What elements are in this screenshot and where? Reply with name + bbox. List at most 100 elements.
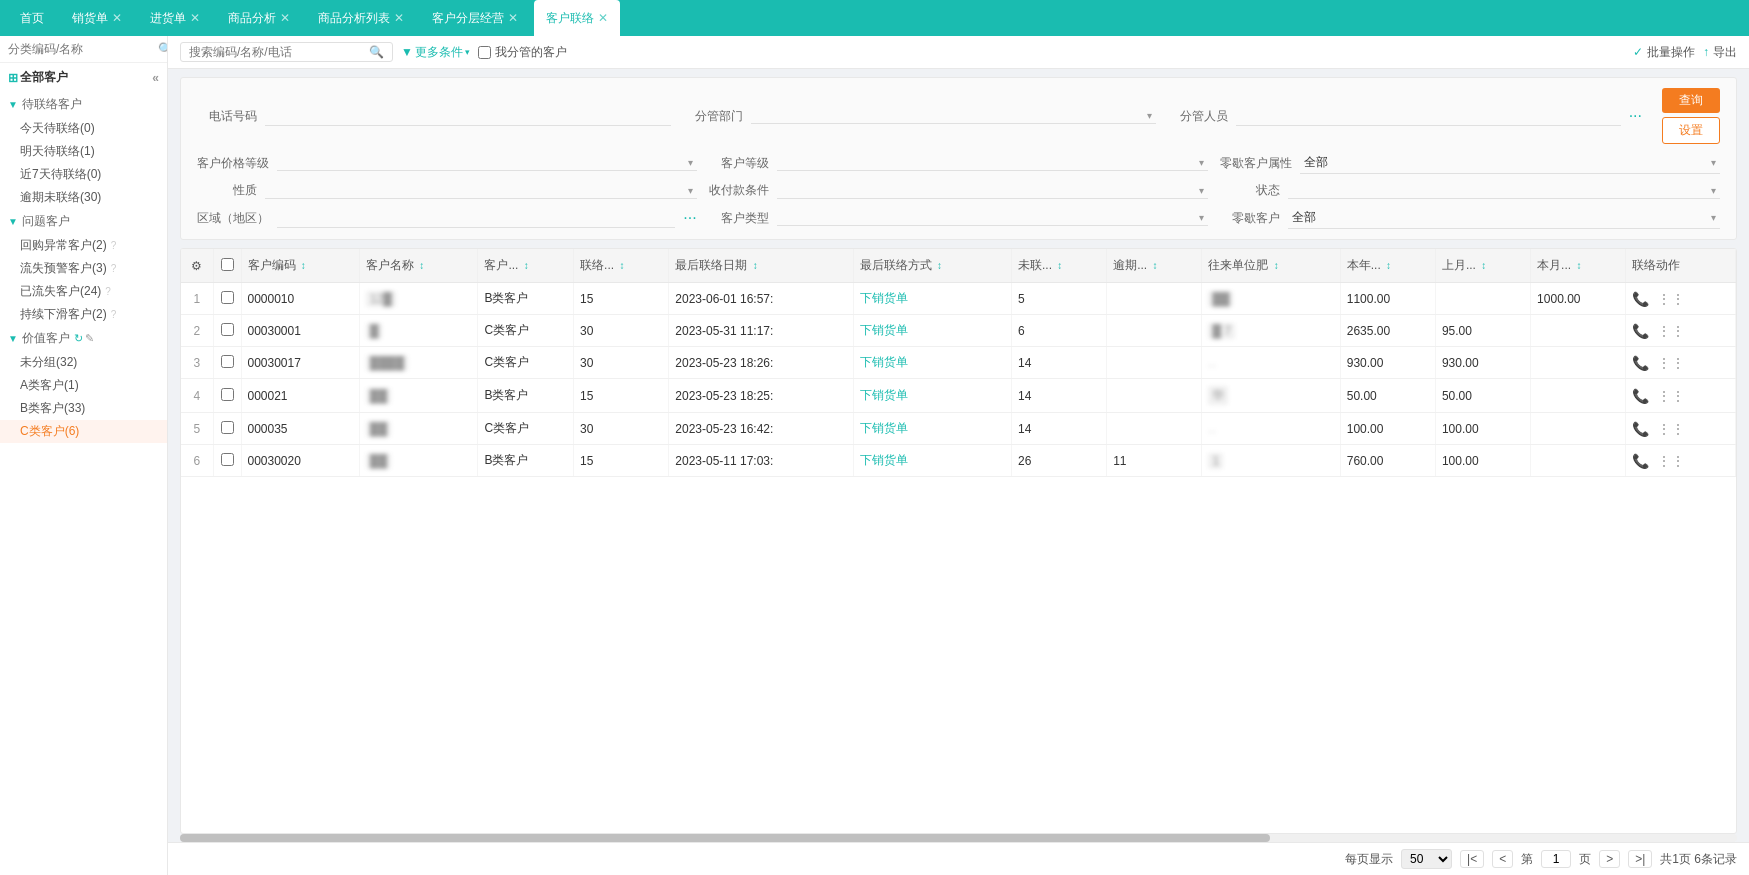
search-input[interactable] [189, 45, 369, 59]
nav-close-sales[interactable]: ✕ [112, 11, 122, 25]
sidebar-item-churned[interactable]: 已流失客户(24) ? [0, 280, 167, 303]
col-gear[interactable]: ⚙ [181, 249, 213, 283]
col-last-method[interactable]: 最后联络方式 ↕ [853, 249, 1011, 283]
sidebar-item-class-b[interactable]: B类客户(33) [0, 397, 167, 420]
sidebar-all-customers[interactable]: ⊞ 全部客户 « [0, 63, 167, 92]
sidebar-item-class-c[interactable]: C类客户(6) [0, 420, 167, 443]
sidebar-item-repurchase-anomaly[interactable]: 回购异常客户(2) ? [0, 234, 167, 257]
manager-input[interactable] [1236, 107, 1620, 126]
nav-item-analysis-list[interactable]: 商品分析列表 ✕ [306, 0, 416, 36]
row-checkbox[interactable] [213, 379, 241, 413]
row-checkbox[interactable] [213, 347, 241, 379]
my-customers-checkbox[interactable] [478, 46, 491, 59]
col-last-month[interactable]: 上月... ↕ [1435, 249, 1530, 283]
scroll-thumb[interactable] [180, 834, 1270, 842]
sidebar-search-input[interactable] [8, 42, 158, 56]
more-action-icon[interactable]: ⋮⋮ [1657, 323, 1685, 339]
more-action-icon[interactable]: ⋮⋮ [1657, 355, 1685, 371]
row-last-method[interactable]: 下销货单 [853, 283, 1011, 315]
more-action-icon[interactable]: ⋮⋮ [1657, 421, 1685, 437]
edit-icon[interactable]: ✎ [85, 332, 94, 345]
gear-settings-icon[interactable]: ⚙ [191, 259, 202, 273]
nature-select[interactable]: ▾ [265, 183, 697, 199]
sidebar-item-today[interactable]: 今天待联络(0) [0, 117, 167, 140]
col-this-month[interactable]: 本月... ↕ [1531, 249, 1626, 283]
sidebar-item-tomorrow[interactable]: 明天待联络(1) [0, 140, 167, 163]
next-page-btn[interactable]: > [1599, 850, 1620, 868]
row-checkbox[interactable] [213, 413, 241, 445]
retail-attr-select[interactable]: 全部 ▾ [1300, 152, 1720, 174]
contact-icon[interactable]: 📞 [1632, 291, 1649, 307]
refresh-icon[interactable]: ↻ [74, 332, 83, 345]
col-type[interactable]: 客户... ↕ [478, 249, 574, 283]
sidebar-group-problem[interactable]: ▼ 问题客户 [0, 209, 167, 234]
last-page-btn[interactable]: >| [1628, 850, 1652, 868]
col-contact[interactable]: 联络... ↕ [574, 249, 669, 283]
nav-item-customer-tier[interactable]: 客户分层经营 ✕ [420, 0, 530, 36]
page-size-select[interactable]: 50 100 200 [1401, 849, 1452, 869]
nav-item-sales[interactable]: 销货单 ✕ [60, 0, 134, 36]
col-transaction[interactable]: 往来单位肥 ↕ [1202, 249, 1340, 283]
dept-select[interactable]: ▾ [751, 108, 1157, 124]
nav-close-analysis[interactable]: ✕ [280, 11, 290, 25]
nav-close-analysis-list[interactable]: ✕ [394, 11, 404, 25]
row-last-method[interactable]: 下销货单 [853, 413, 1011, 445]
nav-item-purchase[interactable]: 进货单 ✕ [138, 0, 212, 36]
contact-icon[interactable]: 📞 [1632, 323, 1649, 339]
col-this-year[interactable]: 本年... ↕ [1340, 249, 1435, 283]
select-all-checkbox[interactable] [221, 258, 234, 271]
status-select[interactable]: ▾ [1288, 183, 1720, 199]
col-checkbox[interactable] [213, 249, 241, 283]
sidebar-item-ungrouped[interactable]: 未分组(32) [0, 351, 167, 374]
row-checkbox[interactable] [213, 315, 241, 347]
more-action-icon[interactable]: ⋮⋮ [1657, 453, 1685, 469]
phone-input[interactable] [265, 107, 671, 126]
row-last-method[interactable]: 下销货单 [853, 315, 1011, 347]
nav-item-customer-contact[interactable]: 客户联络 ✕ [534, 0, 620, 36]
nav-item-analysis[interactable]: 商品分析 ✕ [216, 0, 302, 36]
customer-level-select[interactable]: ▾ [777, 155, 1209, 171]
row-last-method[interactable]: 下销货单 [853, 445, 1011, 477]
payment-select[interactable]: ▾ [777, 183, 1209, 199]
horizontal-scrollbar[interactable] [180, 834, 1737, 842]
sidebar-item-churn-warning[interactable]: 流失预警客户(3) ? [0, 257, 167, 280]
contact-icon[interactable]: 📞 [1632, 421, 1649, 437]
contact-icon[interactable]: 📞 [1632, 355, 1649, 371]
prev-page-btn[interactable]: < [1492, 850, 1513, 868]
contact-icon[interactable]: 📞 [1632, 453, 1649, 469]
col-last-date[interactable]: 最后联络日期 ↕ [669, 249, 853, 283]
batch-btn[interactable]: ✓ 批量操作 [1633, 44, 1695, 61]
nav-close-purchase[interactable]: ✕ [190, 11, 200, 25]
row-last-method[interactable]: 下销货单 [853, 379, 1011, 413]
col-name[interactable]: 客户名称 ↕ [359, 249, 477, 283]
more-conditions-btn[interactable]: ▼ 更多条件 ▾ [401, 44, 470, 61]
sidebar-search-icon[interactable]: 🔍 [158, 42, 168, 56]
export-btn[interactable]: ↑ 导出 [1703, 44, 1737, 61]
sidebar-group-value[interactable]: ▼ 价值客户 ↻ ✎ [0, 326, 167, 351]
query-button[interactable]: 查询 [1662, 88, 1720, 113]
row-checkbox[interactable] [213, 283, 241, 315]
nav-item-home[interactable]: 首页 [8, 0, 56, 36]
value-level-select[interactable]: ▾ [277, 155, 697, 171]
more-action-icon[interactable]: ⋮⋮ [1657, 291, 1685, 307]
col-code[interactable]: 客户编码 ↕ [241, 249, 359, 283]
row-checkbox[interactable] [213, 445, 241, 477]
search-icon[interactable]: 🔍 [369, 45, 384, 59]
sidebar-item-declining[interactable]: 持续下滑客户(2) ? [0, 303, 167, 326]
col-uncontact[interactable]: 未联... ↕ [1012, 249, 1107, 283]
my-customers-toggle[interactable]: 我分管的客户 [478, 44, 567, 61]
first-page-btn[interactable]: |< [1460, 850, 1484, 868]
sidebar-group-pending[interactable]: ▼ 待联络客户 [0, 92, 167, 117]
sidebar-item-overdue[interactable]: 逾期未联络(30) [0, 186, 167, 209]
retail-customer-select[interactable]: 全部 ▾ [1288, 207, 1720, 229]
settings-button[interactable]: 设置 [1662, 117, 1720, 144]
customer-type-select[interactable]: ▾ [777, 210, 1209, 226]
more-action-icon[interactable]: ⋮⋮ [1657, 388, 1685, 404]
col-overdue[interactable]: 逾期... ↕ [1107, 249, 1202, 283]
contact-icon[interactable]: 📞 [1632, 388, 1649, 404]
area-input[interactable] [277, 209, 675, 228]
nav-close-customer-tier[interactable]: ✕ [508, 11, 518, 25]
manager-more-icon[interactable]: ··· [1629, 108, 1642, 124]
nav-close-customer-contact[interactable]: ✕ [598, 11, 608, 25]
row-last-method[interactable]: 下销货单 [853, 347, 1011, 379]
